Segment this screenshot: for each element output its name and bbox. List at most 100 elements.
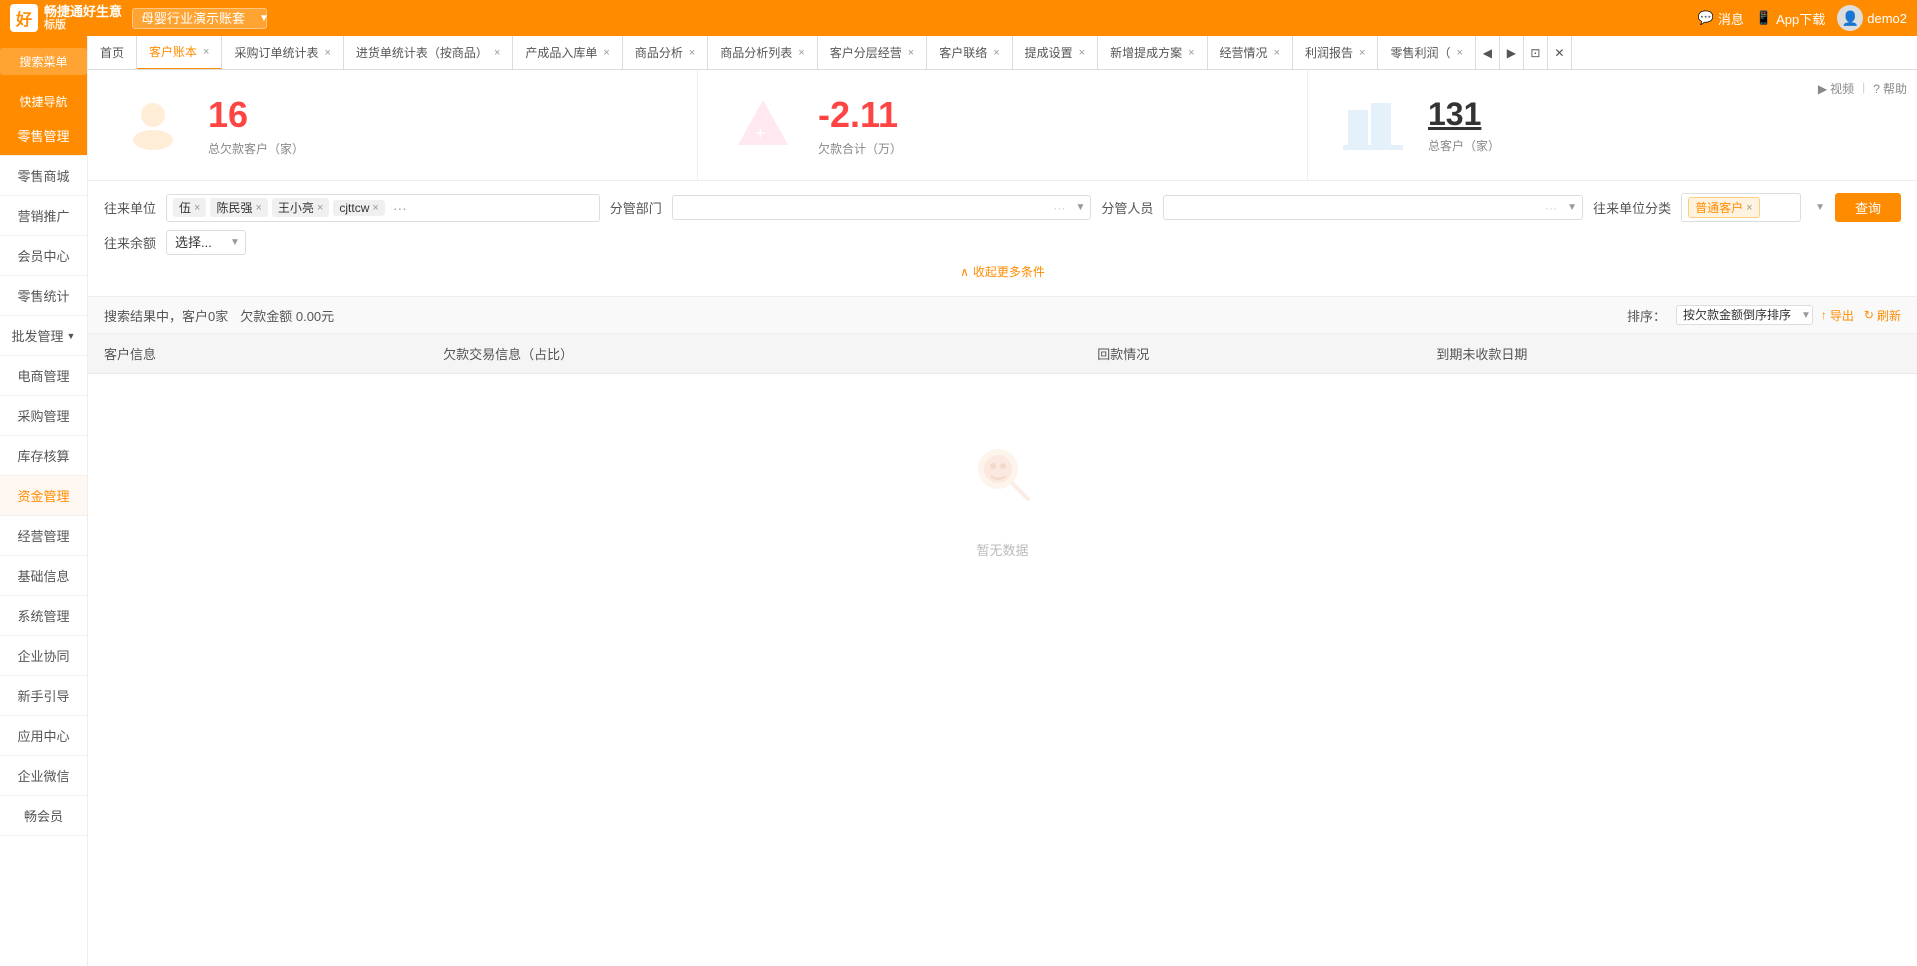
tab-label: 进货单统计表（按商品） [356,44,488,61]
stat-icon-arrears: + [728,90,798,160]
category-arrow-icon: ▼ [1815,202,1825,213]
tag-wu[interactable]: 伍 × [173,198,206,217]
refresh-btn[interactable]: ↻ 刷新 [1864,307,1901,324]
tab-prev-btn[interactable]: ◀ [1476,36,1500,70]
message-btn[interactable]: 💬 消息 [1698,9,1744,28]
message-label: 消息 [1718,9,1744,28]
video-btn[interactable]: ▶ 视频 [1818,80,1854,97]
dept-select[interactable] [672,195,1092,220]
tag-chen-remove[interactable]: × [255,202,261,214]
sidebar-item-marketing[interactable]: 营销推广 [0,196,87,236]
sidebar-item-inventory[interactable]: 库存核算 [0,436,87,476]
help-btn[interactable]: ? 帮助 [1873,80,1907,97]
stat-number-arrears: -2.11 [818,94,902,136]
app-download-btn[interactable]: 📱 App下载 [1756,9,1825,28]
dept-label: 分管部门 [610,198,662,217]
sort-select[interactable]: 按欠款金额倒序排序 [1676,305,1813,325]
search-menu-btn[interactable]: 搜索菜单 [0,48,87,75]
sidebar-item-member2[interactable]: 畅会员 [0,796,87,836]
account-selector[interactable]: 母婴行业演示账套 [132,8,267,29]
sidebar-item-purchase[interactable]: 采购管理 [0,396,87,436]
dept-clear-icon[interactable]: ··· [1053,201,1065,215]
tag-cjttcw-remove[interactable]: × [372,202,378,214]
col-due-date: 到期未收款日期 [1420,334,1917,374]
sidebar-item-appstore[interactable]: 应用中心 [0,716,87,756]
tab-close-icon[interactable]: × [1188,47,1194,59]
tab-operation[interactable]: 经营情况 × [1208,36,1293,70]
tab-goods-analysis[interactable]: 商品分析 × [623,36,708,70]
tab-retail-profit[interactable]: 零售利润（ × [1378,36,1475,70]
category-filter-tags[interactable]: 普通客户 × [1681,193,1801,222]
sidebar-item-ecommerce[interactable]: 电商管理 [0,356,87,396]
tab-customer-tier[interactable]: 客户分层经营 × [818,36,927,70]
tab-profit-report[interactable]: 利润报告 × [1293,36,1378,70]
tab-close-icon[interactable]: × [993,47,999,59]
tab-close-icon[interactable]: × [1079,47,1085,59]
sidebar-item-member[interactable]: 会员中心 [0,236,87,276]
stat-actions: ▶ 视频 | ? 帮助 [1818,80,1907,97]
tag-cjttcw[interactable]: cjttcw × [333,200,384,216]
extra-select[interactable]: 选择... [166,230,246,255]
tab-home[interactable]: 首页 [88,36,137,70]
export-btn[interactable]: ↑ 导出 [1821,307,1854,324]
tab-close-icon[interactable]: × [798,47,804,59]
col-repayment: 回款情况 [1081,334,1420,374]
sort-select-wrapper[interactable]: 按欠款金额倒序排序 ▼ [1676,305,1811,325]
tab-close-icon[interactable]: × [203,46,209,58]
query-btn[interactable]: 查询 [1835,193,1901,222]
more-tags-btn[interactable]: ··· [389,200,411,216]
tab-close-icon[interactable]: × [689,47,695,59]
sidebar-item-wholesale[interactable]: 批发管理 ▼ [0,316,87,356]
extra-label: 往来余额 [104,233,156,252]
unit-label: 往来单位 [104,198,156,217]
sidebar-item-system[interactable]: 系统管理 [0,596,87,636]
stat-icon-total [1338,90,1408,160]
unit-filter-tags[interactable]: 伍 × 陈民强 × 王小亮 × [166,194,600,222]
tab-goods-list[interactable]: 商品分析列表 × [708,36,817,70]
sidebar-item-retail-mall[interactable]: 零售商城 [0,156,87,196]
tab-close-icon[interactable]: × [603,47,609,59]
tab-close-icon[interactable]: × [908,47,914,59]
sidebar-item-wechat[interactable]: 企业微信 [0,756,87,796]
tab-commission-plan[interactable]: 新增提成方案 × [1098,36,1207,70]
user-btn[interactable]: 👤 demo2 [1837,5,1907,31]
tab-expand-btn[interactable]: ⊡ [1524,36,1548,70]
tag-normal-customer[interactable]: 普通客户 × [1688,197,1759,218]
tab-commission-setting[interactable]: 提成设置 × [1013,36,1098,70]
tab-customer-contact[interactable]: 客户联络 × [927,36,1012,70]
sidebar-item-retail[interactable]: 零售管理 [0,116,87,156]
logo-text: 畅捷通好生意 [44,4,122,20]
sidebar-item-guide[interactable]: 新手引导 [0,676,87,716]
stat-icon-customers [118,90,188,160]
person-clear-icon[interactable]: ··· [1545,201,1557,215]
sidebar-item-basic[interactable]: 基础信息 [0,556,87,596]
tag-wang-remove[interactable]: × [317,202,323,214]
sidebar-item-finance[interactable]: 资金管理 [0,476,87,516]
tab-next-btn[interactable]: ▶ [1500,36,1524,70]
tab-product-inbound[interactable]: 产成品入库单 × [513,36,622,70]
sidebar-item-retail-stats[interactable]: 零售统计 [0,276,87,316]
sidebar-item-operation[interactable]: 经营管理 [0,516,87,556]
empty-state: 暂无数据 [88,374,1917,619]
tag-wang[interactable]: 王小亮 × [272,198,329,217]
tab-goods-stats[interactable]: 进货单统计表（按商品） × [344,36,513,70]
collapse-btn[interactable]: ∧ 收起更多条件 [104,259,1901,284]
quick-nav-btn[interactable]: 快捷导航 [0,87,87,116]
tab-customer-ledger[interactable]: 客户账本 × [137,36,222,70]
search-result-text: 搜索结果中，客户0家 [104,306,228,325]
help-icon: ? [1873,82,1880,96]
tab-close-icon[interactable]: × [1274,47,1280,59]
tag-chen[interactable]: 陈民强 × [210,198,267,217]
person-select[interactable] [1163,195,1583,220]
stats-row: 16 总欠款客户（家） + -2.11 欠款合计（万） [88,70,1917,181]
tag-normal-remove[interactable]: × [1746,202,1752,214]
tag-wu-remove[interactable]: × [194,202,200,214]
tab-close-icon[interactable]: × [324,47,330,59]
tab-purchase-stats[interactable]: 采购订单统计表 × [222,36,343,70]
tab-close-all-btn[interactable]: ✕ [1548,36,1572,70]
sidebar-item-enterprise[interactable]: 企业协同 [0,636,87,676]
tab-close-icon[interactable]: × [494,47,500,59]
tab-close-icon[interactable]: × [1456,47,1462,59]
tab-label: 提成设置 [1025,44,1073,61]
tab-close-icon[interactable]: × [1359,47,1365,59]
